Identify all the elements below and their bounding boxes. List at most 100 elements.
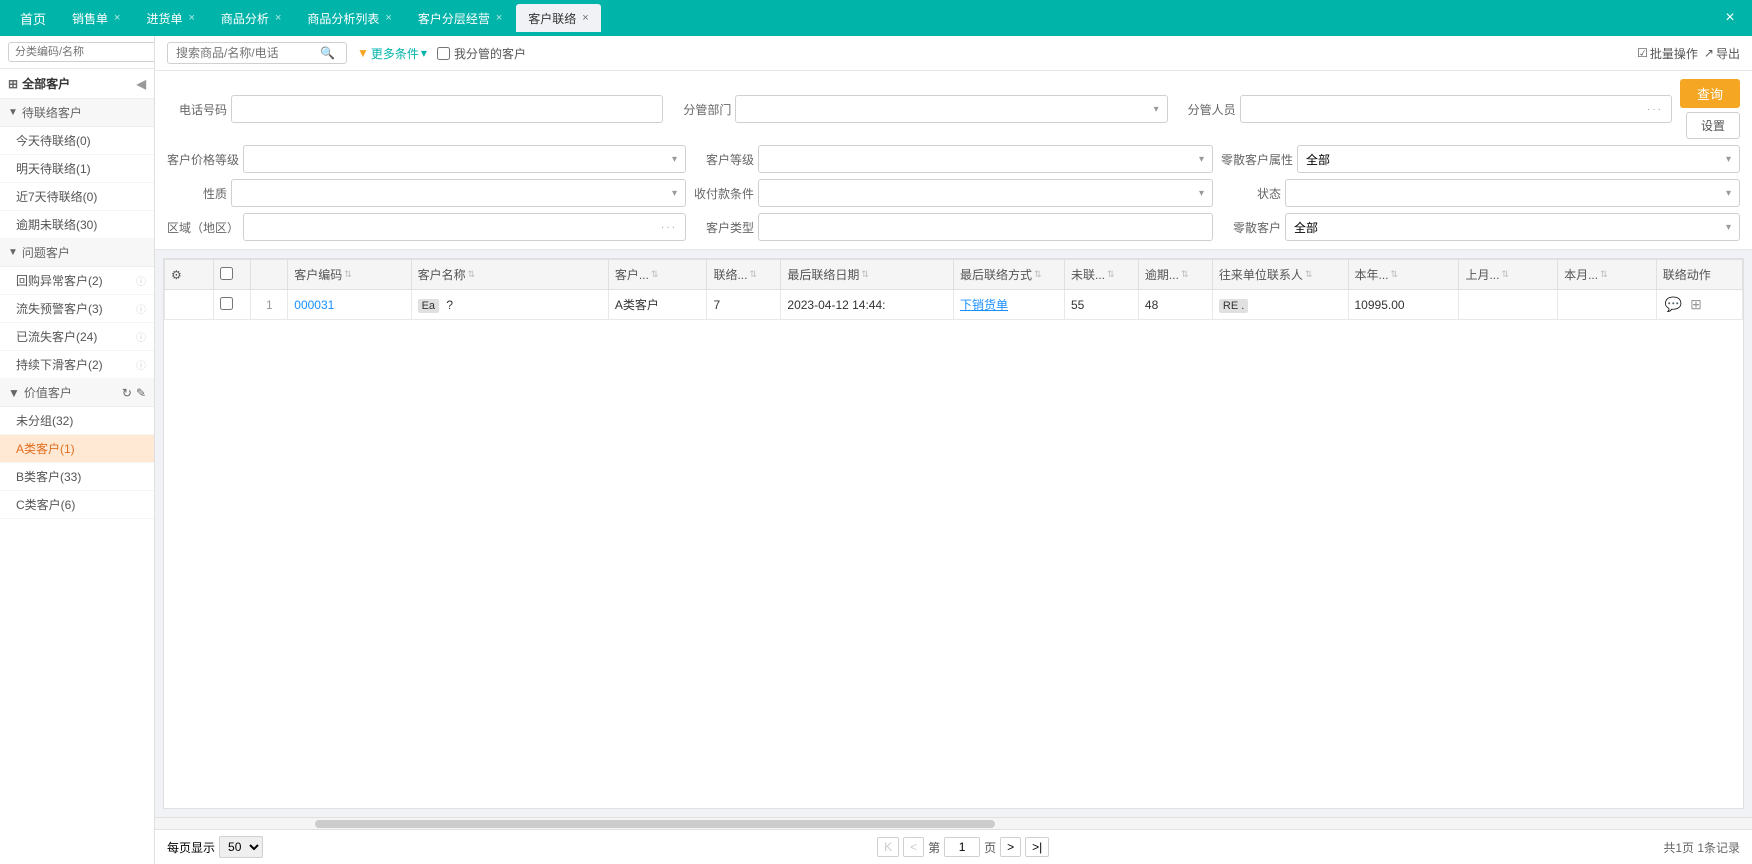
first-page-btn[interactable]: K (877, 837, 899, 857)
my-customers-check[interactable] (437, 47, 450, 60)
value-customers-group[interactable]: ▼ 价值客户 ↻ ✎ (0, 379, 154, 407)
main-layout: 🔍 ⊞ 全部客户 ◀ ▼ 待联络客户 今天待联络(0) 明天待联络(1) 近7天… (0, 36, 1752, 864)
query-button[interactable]: 查询 (1680, 79, 1740, 108)
region-input[interactable]: ··· (243, 213, 686, 241)
status-input[interactable]: ▾ (1285, 179, 1740, 207)
sort-code-icon[interactable]: ⇅ (344, 269, 352, 280)
row-action: 💬 ⊞ (1656, 290, 1742, 320)
dept-input[interactable]: ▾ (735, 95, 1167, 123)
main-search-input[interactable] (176, 46, 316, 60)
close-analysis-list-tab[interactable]: × (385, 12, 391, 24)
sort-method-icon[interactable]: ⇅ (1034, 269, 1042, 280)
sidebar-item-churned[interactable]: 已流失客户(24) ⓘ (0, 323, 154, 351)
row-select-checkbox[interactable] (220, 297, 233, 310)
select-all-checkbox[interactable] (220, 267, 233, 280)
filter-search-box: 🔍 (167, 42, 347, 64)
more-conditions-btn[interactable]: ▼ 更多条件 ▾ (357, 45, 427, 62)
refresh-icon[interactable]: ↻ (122, 386, 132, 400)
nav-tab-analysis[interactable]: 商品分析 × (209, 4, 293, 32)
sidebar-item-b-class[interactable]: B类客户(33) (0, 463, 154, 491)
dept-field: 分管部门 ▾ (671, 95, 1167, 123)
sort-contact-icon[interactable]: ⇅ (749, 269, 757, 280)
page-number-input[interactable] (944, 837, 980, 857)
sidebar-item-tomorrow[interactable]: 明天待联络(1) (0, 155, 154, 183)
filter-row-4: 区域（地区） ··· 客户类型 零散客户 全部 ▾ (167, 213, 1740, 241)
chat-action-btn[interactable]: 💬 (1663, 296, 1684, 313)
sort-this-month-icon[interactable]: ⇅ (1600, 269, 1608, 280)
row-last-date: 2023-04-12 14:44: (781, 290, 954, 320)
price-level-input[interactable]: ▾ (243, 145, 686, 173)
nav-tab-customer-contact[interactable]: 客户联络 × (516, 4, 600, 32)
nav-tab-customer-segment[interactable]: 客户分层经营 × (406, 4, 514, 32)
retail-customer-input[interactable]: 全部 ▾ (1285, 213, 1740, 241)
scrollbar-thumb[interactable] (315, 820, 995, 828)
status-arrow-icon: ▾ (1726, 188, 1731, 199)
close-contact-tab[interactable]: × (582, 12, 588, 24)
page-size-select: 每页显示 50 (167, 836, 263, 858)
th-last-method: 最后联络方式 ⇅ (954, 260, 1065, 290)
sidebar-item-unclassified[interactable]: 未分组(32) (0, 407, 154, 435)
sidebar-item-repurchase-abnormal[interactable]: 回购异常客户(2) ⓘ (0, 267, 154, 295)
next-page-btn[interactable]: > (1000, 837, 1021, 857)
chevron-down-icon: ▾ (421, 46, 427, 60)
export-btn[interactable]: ↗ 导出 (1704, 45, 1740, 62)
info-icon-2: ⓘ (136, 301, 146, 316)
my-customers-checkbox[interactable]: 我分管的客户 (437, 45, 526, 62)
sort-overdue-icon[interactable]: ⇅ (1181, 269, 1189, 280)
nature-input[interactable]: ▾ (231, 179, 686, 207)
manager-input[interactable]: ··· (1240, 95, 1672, 123)
window-close-button[interactable]: × (1716, 4, 1744, 32)
sidebar-item-overdue[interactable]: 逾期未联络(30) (0, 211, 154, 239)
prev-page-btn[interactable]: < (903, 837, 924, 857)
edit-icon[interactable]: ✎ (136, 386, 146, 400)
close-segment-tab[interactable]: × (496, 12, 502, 24)
last-page-btn[interactable]: >| (1025, 837, 1049, 857)
sort-last-month-icon[interactable]: ⇅ (1501, 269, 1509, 280)
bottom-bar: 每页显示 50 K < 第 页 > >| 共1页 1条记录 (155, 829, 1752, 864)
nav-tab-analysis-list[interactable]: 商品分析列表 × (295, 4, 403, 32)
nav-home[interactable]: 首页 (8, 4, 58, 32)
pending-contact-group[interactable]: ▼ 待联络客户 (0, 99, 154, 127)
table-settings-icon[interactable]: ⚙ (171, 268, 182, 282)
close-purchase-tab[interactable]: × (188, 12, 194, 24)
sidebar-item-declining[interactable]: 持续下滑客户(2) ⓘ (0, 351, 154, 379)
close-analysis-tab[interactable]: × (275, 12, 281, 24)
sort-this-year-icon[interactable]: ⇅ (1391, 269, 1399, 280)
sidebar-search-input[interactable] (8, 42, 155, 62)
price-level-field: 客户价格等级 ▾ (167, 145, 686, 173)
sort-date-icon[interactable]: ⇅ (861, 269, 869, 280)
row-name[interactable]: Ea ? (411, 290, 608, 320)
close-sales-tab[interactable]: × (114, 12, 120, 24)
customer-level-input[interactable]: ▾ (758, 145, 1213, 173)
th-last-date: 最后联络日期 ⇅ (781, 260, 954, 290)
nav-tab-sales[interactable]: 销售单 × (60, 4, 132, 32)
sidebar-item-7days[interactable]: 近7天待联络(0) (0, 183, 154, 211)
row-last-method[interactable]: 下销货单 (954, 290, 1065, 320)
payment-input[interactable]: ▾ (758, 179, 1213, 207)
settings-button[interactable]: 设置 (1686, 112, 1740, 139)
sidebar-item-a-class[interactable]: A类客户(1) (0, 435, 154, 463)
sort-unit-contact-icon[interactable]: ⇅ (1305, 269, 1313, 280)
th-index (251, 260, 288, 290)
sidebar-item-c-class[interactable]: C类客户(6) (0, 491, 154, 519)
export-icon: ↗ (1704, 46, 1714, 60)
collapse-sidebar-icon[interactable]: ◀ (137, 77, 146, 91)
qrcode-action-btn[interactable]: ⊞ (1688, 296, 1704, 313)
th-type: 客户... ⇅ (608, 260, 707, 290)
sidebar-item-churn-warning[interactable]: 流失预警客户(3) ⓘ (0, 295, 154, 323)
phone-input[interactable] (231, 95, 663, 123)
retail-attr-arrow-icon: ▾ (1726, 154, 1731, 165)
sort-type-icon[interactable]: ⇅ (651, 269, 659, 280)
row-code[interactable]: 000031 (288, 290, 411, 320)
horizontal-scrollbar[interactable] (155, 817, 1752, 829)
main-search-icon[interactable]: 🔍 (320, 46, 335, 60)
sidebar-item-today[interactable]: 今天待联络(0) (0, 127, 154, 155)
batch-op-btn[interactable]: ☑ 批量操作 (1637, 45, 1698, 62)
retail-attr-input[interactable]: 全部 ▾ (1297, 145, 1740, 173)
customer-type-input[interactable] (758, 213, 1213, 241)
sort-no-contact-icon[interactable]: ⇅ (1107, 269, 1115, 280)
sort-name-icon[interactable]: ⇅ (468, 269, 476, 280)
page-size-dropdown[interactable]: 50 (219, 836, 263, 858)
nav-tab-purchase[interactable]: 进货单 × (134, 4, 206, 32)
problem-customers-group[interactable]: ▼ 问题客户 (0, 239, 154, 267)
